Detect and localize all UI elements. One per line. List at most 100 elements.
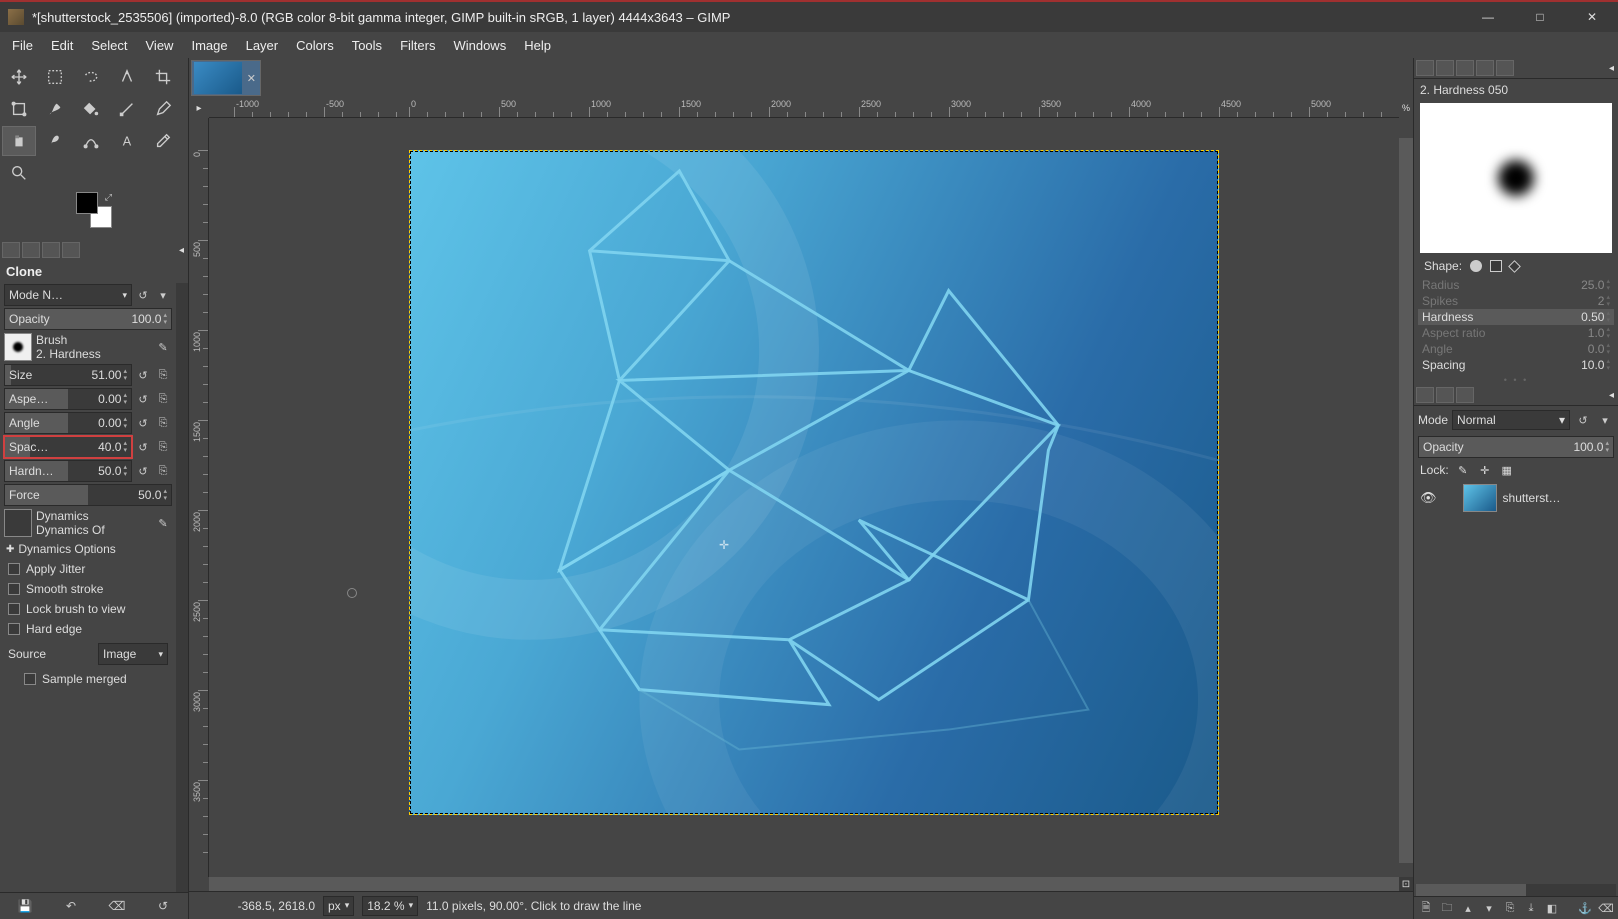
layers-scrollbar[interactable] bbox=[1416, 884, 1616, 896]
reset-preset-icon[interactable]: ↺ bbox=[142, 897, 184, 915]
dynamics-edit-icon[interactable]: ✎ bbox=[154, 513, 172, 533]
tab-close-icon[interactable]: ✕ bbox=[247, 72, 256, 85]
swap-colors-icon[interactable]: ⤢ bbox=[105, 192, 112, 203]
visibility-icon[interactable]: 👁 bbox=[1420, 490, 1437, 506]
raise-layer-icon[interactable]: ▴ bbox=[1458, 899, 1478, 917]
menu-select[interactable]: Select bbox=[83, 34, 135, 57]
menu-file[interactable]: File bbox=[4, 34, 41, 57]
color-swatches[interactable]: ⤢ bbox=[76, 192, 112, 228]
checkbox-icon[interactable] bbox=[8, 583, 20, 595]
menu-tools[interactable]: Tools bbox=[344, 34, 390, 57]
layer-mode-select[interactable]: Normal ▾ bbox=[1452, 410, 1570, 430]
source-select[interactable]: Image ▾ bbox=[98, 643, 168, 665]
rect-select-tool[interactable] bbox=[38, 62, 72, 92]
tab-device-status[interactable] bbox=[22, 242, 40, 258]
spacing-link-icon[interactable]: ⎘ bbox=[154, 437, 172, 457]
spinner-icon[interactable]: ▴▾ bbox=[123, 368, 127, 382]
layer-mode-menu-icon[interactable]: ▾ bbox=[1596, 410, 1614, 430]
zoom-fit-icon[interactable]: % bbox=[1399, 98, 1413, 118]
image-tab[interactable]: ✕ bbox=[191, 60, 261, 96]
zoom-select[interactable]: 18.2 % ▾ bbox=[362, 896, 418, 916]
lock-brush-row[interactable]: Lock brush to view bbox=[0, 599, 176, 619]
menu-view[interactable]: View bbox=[138, 34, 182, 57]
size-link-icon[interactable]: ⎘ bbox=[154, 365, 172, 385]
maximize-button[interactable]: □ bbox=[1522, 3, 1558, 31]
tab-fonts[interactable] bbox=[1456, 60, 1474, 76]
checkbox-icon[interactable] bbox=[8, 563, 20, 575]
opacity-field[interactable]: Opacity 100.0 ▴▾ bbox=[4, 308, 172, 330]
spinner-icon[interactable]: ▴▾ bbox=[123, 440, 127, 454]
minimize-button[interactable]: — bbox=[1470, 3, 1506, 31]
angle-field[interactable]: Angle 0.00 ▴▾ bbox=[4, 412, 132, 434]
spinner-icon[interactable]: ▴▾ bbox=[123, 416, 127, 430]
tab-brushes[interactable] bbox=[1416, 60, 1434, 76]
canvas-viewport[interactable]: ✛ bbox=[209, 118, 1413, 877]
tab-images[interactable] bbox=[62, 242, 80, 258]
menu-help[interactable]: Help bbox=[516, 34, 559, 57]
options-scrollbar[interactable] bbox=[176, 283, 188, 892]
crop-tool[interactable] bbox=[146, 62, 180, 92]
restore-preset-icon[interactable]: ↶ bbox=[50, 897, 92, 915]
tab-patterns[interactable] bbox=[1436, 60, 1454, 76]
shape-circle-button[interactable] bbox=[1470, 260, 1482, 272]
tab-channels[interactable] bbox=[1436, 387, 1454, 403]
spinner-icon[interactable]: ▴▾ bbox=[163, 488, 167, 502]
panel-resize-grip[interactable]: • • • bbox=[1414, 375, 1618, 385]
new-group-icon[interactable]: 🗀 bbox=[1437, 899, 1457, 917]
lock-alpha-icon[interactable]: ▦ bbox=[1499, 462, 1515, 478]
transform-tool[interactable] bbox=[2, 94, 36, 124]
hardness-link-icon[interactable]: ⎘ bbox=[154, 461, 172, 481]
spacing-reset-icon[interactable]: ↺ bbox=[134, 437, 152, 457]
bucket-fill-tool[interactable] bbox=[74, 94, 108, 124]
smooth-stroke-row[interactable]: Smooth stroke bbox=[0, 579, 176, 599]
menu-image[interactable]: Image bbox=[183, 34, 235, 57]
force-field[interactable]: Force 50.0 ▴▾ bbox=[4, 484, 172, 506]
hardness-reset-icon[interactable]: ↺ bbox=[134, 461, 152, 481]
menu-filters[interactable]: Filters bbox=[392, 34, 443, 57]
tab-history[interactable] bbox=[1476, 60, 1494, 76]
free-select-tool[interactable] bbox=[74, 62, 108, 92]
aspect-field[interactable]: Aspe… 0.00 ▴▾ bbox=[4, 388, 132, 410]
mode-reset-icon[interactable]: ↺ bbox=[134, 285, 152, 305]
horizontal-ruler[interactable]: -1000-5000500100015002000250030003500400… bbox=[209, 98, 1399, 118]
angle-reset-icon[interactable]: ↺ bbox=[134, 413, 152, 433]
ruler-toggle-icon[interactable]: ▸ bbox=[189, 98, 209, 118]
tab-undo-history[interactable] bbox=[42, 242, 60, 258]
unit-select[interactable]: px ▾ bbox=[323, 896, 354, 916]
checkbox-icon[interactable] bbox=[8, 603, 20, 615]
spinner-icon[interactable]: ▴▾ bbox=[163, 312, 167, 326]
text-tool[interactable]: A bbox=[110, 126, 144, 156]
layer-name[interactable]: shutterst… bbox=[1503, 491, 1561, 505]
brush-preview[interactable] bbox=[4, 333, 32, 361]
tab-menu-icon[interactable]: ◂ bbox=[177, 243, 186, 258]
vertical-ruler[interactable]: 0500100015002000250030003500 bbox=[189, 118, 209, 877]
canvas-image[interactable] bbox=[409, 150, 1219, 815]
gradient-tool[interactable] bbox=[110, 94, 144, 124]
menu-edit[interactable]: Edit bbox=[43, 34, 81, 57]
new-layer-icon[interactable]: 🗎 bbox=[1416, 899, 1436, 917]
checkbox-icon[interactable] bbox=[8, 623, 20, 635]
brush-hardness-field[interactable]: Hardness0.50▴▾ bbox=[1418, 309, 1614, 325]
shape-square-button[interactable] bbox=[1490, 260, 1502, 272]
menu-layer[interactable]: Layer bbox=[238, 34, 287, 57]
sample-merged-row[interactable]: Sample merged bbox=[0, 669, 176, 689]
tab-tool-options[interactable] bbox=[2, 242, 20, 258]
layer-thumbnail[interactable] bbox=[1463, 484, 1497, 512]
delete-preset-icon[interactable]: ⌫ bbox=[96, 897, 138, 915]
mode-select[interactable]: Mode N… ▾ bbox=[4, 284, 132, 306]
paths-tool[interactable] bbox=[74, 126, 108, 156]
menu-windows[interactable]: Windows bbox=[445, 34, 514, 57]
layer-list[interactable]: 👁 shutterst… bbox=[1414, 480, 1618, 884]
merge-down-icon[interactable]: ⤓ bbox=[1521, 899, 1541, 917]
menu-colors[interactable]: Colors bbox=[288, 34, 342, 57]
mode-menu-icon[interactable]: ▾ bbox=[154, 285, 172, 305]
size-reset-icon[interactable]: ↺ bbox=[134, 365, 152, 385]
delete-layer-icon[interactable]: ⌫ bbox=[1596, 899, 1616, 917]
warp-tool[interactable] bbox=[38, 94, 72, 124]
hardness-field[interactable]: Hardn… 50.0 ▴▾ bbox=[4, 460, 132, 482]
dynamics-options-expander[interactable]: ✚ Dynamics Options bbox=[0, 539, 176, 559]
size-field[interactable]: Size 51.00 ▴▾ bbox=[4, 364, 132, 386]
lock-pixels-icon[interactable]: ✎ bbox=[1455, 462, 1471, 478]
anchor-layer-icon[interactable]: ⚓ bbox=[1575, 899, 1595, 917]
lower-layer-icon[interactable]: ▾ bbox=[1479, 899, 1499, 917]
